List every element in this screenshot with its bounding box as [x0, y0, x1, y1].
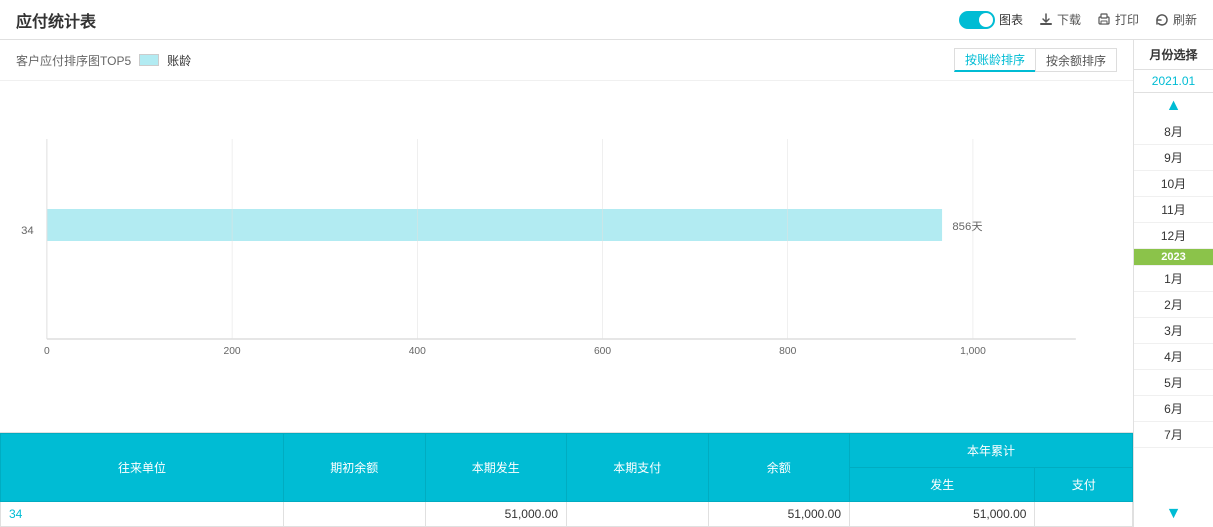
td-yearly-payment	[1035, 502, 1133, 527]
legend-color-box	[139, 54, 159, 66]
svg-text:856天: 856天	[952, 221, 982, 233]
sort-by-balance-button[interactable]: 按账龄排序	[954, 48, 1035, 72]
svg-text:34: 34	[21, 225, 34, 237]
header: 应付统计表 图表 下载 打印 刷新	[0, 0, 1213, 40]
th-current-occurrence: 本期发生	[425, 434, 567, 502]
chart-sort: 按账龄排序 按余额排序	[954, 48, 1117, 72]
sidebar-months: 8月 9月 10月 11月 12月 2023 1月 2月 3月 4月 5月 6月…	[1134, 119, 1213, 501]
svg-text:400: 400	[409, 346, 427, 357]
svg-text:1,000: 1,000	[960, 346, 986, 357]
sidebar-header: 月份选择	[1134, 40, 1213, 70]
svg-text:800: 800	[779, 346, 797, 357]
table-area: 往来单位 期初余额 本期发生 本期支付 余额 本年累计 发生 支付	[0, 432, 1133, 527]
refresh-icon	[1155, 13, 1169, 27]
header-actions: 图表 下载 打印 刷新	[959, 11, 1197, 29]
sidebar-month-1[interactable]: 1月	[1134, 266, 1213, 292]
sidebar-month-3[interactable]: 3月	[1134, 318, 1213, 344]
unit-link[interactable]: 34	[9, 507, 22, 521]
page: 应付统计表 图表 下载 打印 刷新	[0, 0, 1213, 527]
td-current-occurrence: 51,000.00	[425, 502, 567, 527]
sidebar-month-2[interactable]: 2月	[1134, 292, 1213, 318]
sidebar: 月份选择 2021.01 ▲ 8月 9月 10月 11月 12月 2023 1月…	[1133, 40, 1213, 527]
chart-toggle-label: 图表	[999, 11, 1023, 28]
sidebar-month-9[interactable]: 9月	[1134, 145, 1213, 171]
sidebar-current-date[interactable]: 2021.01	[1134, 70, 1213, 93]
sidebar-month-7[interactable]: 7月	[1134, 422, 1213, 448]
sidebar-month-8[interactable]: 8月	[1134, 119, 1213, 145]
chart-toggle-wrap: 图表	[959, 11, 1023, 29]
th-yearly-payment: 支付	[1035, 468, 1133, 502]
svg-text:200: 200	[224, 346, 242, 357]
chart-legend: 客户应付排序图TOP5 账龄	[16, 52, 191, 69]
data-table: 往来单位 期初余额 本期发生 本期支付 余额 本年累计 发生 支付	[0, 433, 1133, 527]
table-row: 34 51,000.00 51,000.00 51,000.00	[1, 502, 1133, 527]
legend-color-label: 账龄	[167, 52, 191, 69]
sidebar-nav-up[interactable]: ▲	[1134, 93, 1213, 119]
svg-text:0: 0	[44, 346, 50, 357]
sidebar-month-4[interactable]: 4月	[1134, 344, 1213, 370]
svg-text:600: 600	[594, 346, 612, 357]
sidebar-month-5[interactable]: 5月	[1134, 370, 1213, 396]
th-current-payment: 本期支付	[567, 434, 709, 502]
td-balance: 51,000.00	[708, 502, 850, 527]
chart-header: 客户应付排序图TOP5 账龄 按账龄排序 按余额排序	[0, 40, 1133, 81]
th-opening-balance: 期初余额	[284, 434, 426, 502]
bar-chart: 34 856天 0 200 400 600 800 1,000	[16, 89, 1117, 369]
download-button[interactable]: 下载	[1039, 11, 1081, 28]
table-header-row-1: 往来单位 期初余额 本期发生 本期支付 余额 本年累计	[1, 434, 1133, 468]
td-unit: 34	[1, 502, 284, 527]
page-title: 应付统计表	[16, 8, 96, 32]
sidebar-month-6[interactable]: 6月	[1134, 396, 1213, 422]
main-body: 客户应付排序图TOP5 账龄 按账龄排序 按余额排序 34 856天	[0, 40, 1213, 527]
th-balance: 余额	[708, 434, 850, 502]
th-unit: 往来单位	[1, 434, 284, 502]
td-opening-balance	[284, 502, 426, 527]
print-button[interactable]: 打印	[1097, 11, 1139, 28]
refresh-button[interactable]: 刷新	[1155, 11, 1197, 28]
sidebar-month-12[interactable]: 12月	[1134, 223, 1213, 249]
th-yearly-occurrence: 发生	[850, 468, 1035, 502]
td-yearly-occurrence: 51,000.00	[850, 502, 1035, 527]
sidebar-month-11[interactable]: 11月	[1134, 197, 1213, 223]
download-icon	[1039, 13, 1053, 27]
print-icon	[1097, 13, 1111, 27]
sidebar-nav-down[interactable]: ▼	[1134, 501, 1213, 527]
legend-label: 客户应付排序图TOP5	[16, 52, 131, 69]
chart-area: 客户应付排序图TOP5 账龄 按账龄排序 按余额排序 34 856天	[0, 40, 1133, 527]
th-yearly-total: 本年累计	[850, 434, 1133, 468]
chart-toggle[interactable]	[959, 11, 995, 29]
td-current-payment	[567, 502, 709, 527]
sidebar-year-2023: 2023	[1134, 249, 1213, 266]
sort-by-amount-button[interactable]: 按余额排序	[1035, 48, 1117, 72]
chart-container: 34 856天 0 200 400 600 800 1,000	[0, 81, 1133, 432]
sidebar-month-10[interactable]: 10月	[1134, 171, 1213, 197]
